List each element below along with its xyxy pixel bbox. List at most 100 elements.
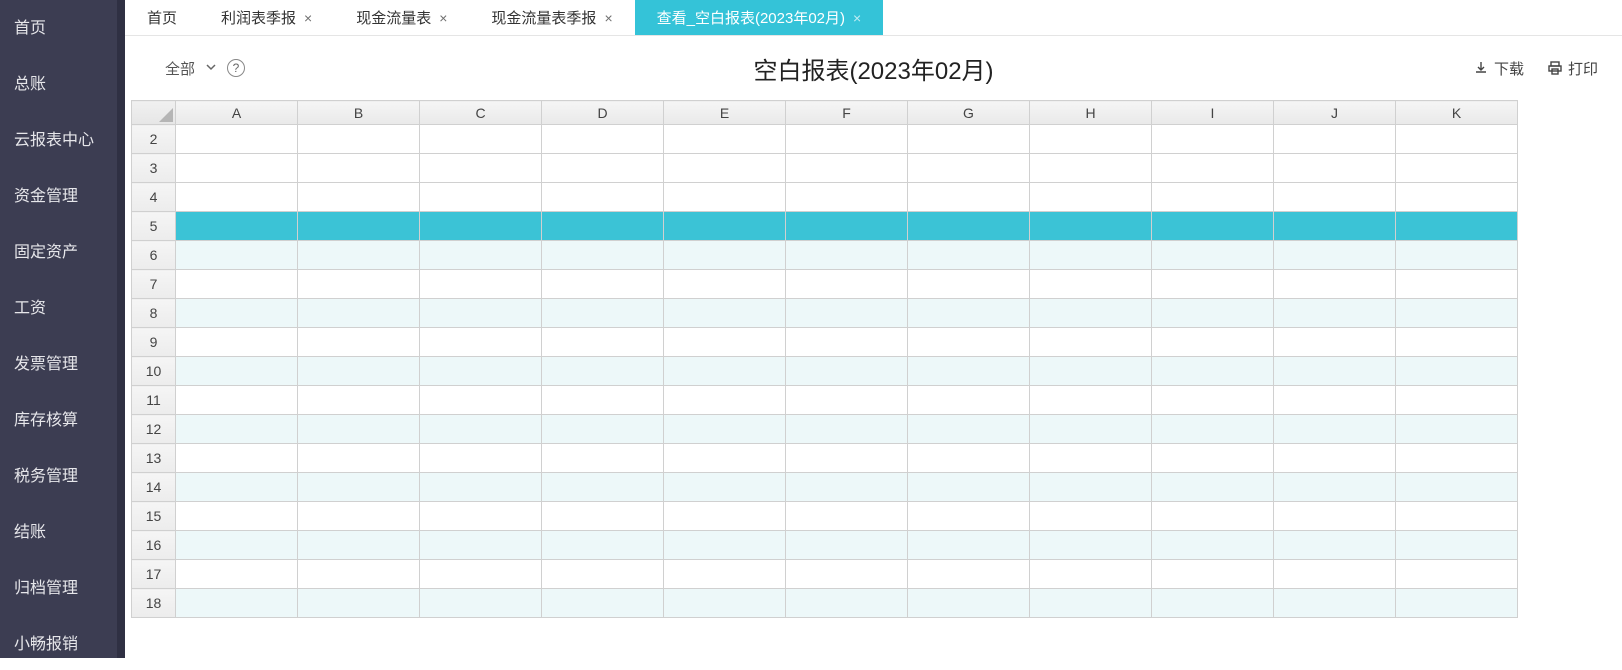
sidebar-item-10[interactable]: 归档管理 xyxy=(0,558,125,614)
cell-J8[interactable] xyxy=(1274,299,1396,328)
cell-G4[interactable] xyxy=(908,183,1030,212)
cell-K4[interactable] xyxy=(1396,183,1518,212)
cell-B2[interactable] xyxy=(298,125,420,154)
cell-H16[interactable] xyxy=(1030,531,1152,560)
cell-E9[interactable] xyxy=(664,328,786,357)
cell-G3[interactable] xyxy=(908,154,1030,183)
row-header-18[interactable]: 18 xyxy=(132,589,176,618)
cell-E7[interactable] xyxy=(664,270,786,299)
sidebar-item-6[interactable]: 发票管理 xyxy=(0,334,125,390)
cell-I12[interactable] xyxy=(1152,415,1274,444)
cell-K12[interactable] xyxy=(1396,415,1518,444)
cell-B10[interactable] xyxy=(298,357,420,386)
cell-K18[interactable] xyxy=(1396,589,1518,618)
cell-C11[interactable] xyxy=(420,386,542,415)
row-header-15[interactable]: 15 xyxy=(132,502,176,531)
cell-G7[interactable] xyxy=(908,270,1030,299)
sidebar-item-2[interactable]: 云报表中心 xyxy=(0,110,125,166)
sidebar-item-11[interactable]: 小畅报销 xyxy=(0,614,125,670)
cell-A8[interactable] xyxy=(176,299,298,328)
row-header-7[interactable]: 7 xyxy=(132,270,176,299)
cell-K13[interactable] xyxy=(1396,444,1518,473)
filter-dropdown[interactable]: 全部 ? xyxy=(165,58,245,79)
cell-I9[interactable] xyxy=(1152,328,1274,357)
cell-C4[interactable] xyxy=(420,183,542,212)
cell-F18[interactable] xyxy=(786,589,908,618)
cell-A15[interactable] xyxy=(176,502,298,531)
cell-K10[interactable] xyxy=(1396,357,1518,386)
row-header-10[interactable]: 10 xyxy=(132,357,176,386)
cell-H14[interactable] xyxy=(1030,473,1152,502)
cell-K11[interactable] xyxy=(1396,386,1518,415)
cell-J18[interactable] xyxy=(1274,589,1396,618)
cell-H18[interactable] xyxy=(1030,589,1152,618)
cell-I5[interactable] xyxy=(1152,212,1274,241)
cell-J10[interactable] xyxy=(1274,357,1396,386)
cell-G13[interactable] xyxy=(908,444,1030,473)
cell-H3[interactable] xyxy=(1030,154,1152,183)
cell-H13[interactable] xyxy=(1030,444,1152,473)
cell-B17[interactable] xyxy=(298,560,420,589)
cell-G16[interactable] xyxy=(908,531,1030,560)
cell-I4[interactable] xyxy=(1152,183,1274,212)
cell-F8[interactable] xyxy=(786,299,908,328)
cell-F9[interactable] xyxy=(786,328,908,357)
cell-J17[interactable] xyxy=(1274,560,1396,589)
cell-E3[interactable] xyxy=(664,154,786,183)
cell-E11[interactable] xyxy=(664,386,786,415)
col-header-G[interactable]: G xyxy=(908,101,1030,125)
col-header-I[interactable]: I xyxy=(1152,101,1274,125)
cell-E6[interactable] xyxy=(664,241,786,270)
cell-A16[interactable] xyxy=(176,531,298,560)
cell-B16[interactable] xyxy=(298,531,420,560)
cell-C10[interactable] xyxy=(420,357,542,386)
cell-B6[interactable] xyxy=(298,241,420,270)
cell-C2[interactable] xyxy=(420,125,542,154)
cell-F13[interactable] xyxy=(786,444,908,473)
cell-K14[interactable] xyxy=(1396,473,1518,502)
cell-A6[interactable] xyxy=(176,241,298,270)
cell-I17[interactable] xyxy=(1152,560,1274,589)
cell-I11[interactable] xyxy=(1152,386,1274,415)
cell-E2[interactable] xyxy=(664,125,786,154)
cell-A2[interactable] xyxy=(176,125,298,154)
cell-F10[interactable] xyxy=(786,357,908,386)
cell-G10[interactable] xyxy=(908,357,1030,386)
sidebar-item-3[interactable]: 资金管理 xyxy=(0,166,125,222)
cell-F2[interactable] xyxy=(786,125,908,154)
sidebar-item-0[interactable]: 首页 xyxy=(0,0,125,54)
cell-G2[interactable] xyxy=(908,125,1030,154)
row-header-9[interactable]: 9 xyxy=(132,328,176,357)
tab-0[interactable]: 首页 xyxy=(125,0,199,35)
cell-K15[interactable] xyxy=(1396,502,1518,531)
row-header-11[interactable]: 11 xyxy=(132,386,176,415)
row-header-4[interactable]: 4 xyxy=(132,183,176,212)
sidebar-item-9[interactable]: 结账 xyxy=(0,502,125,558)
row-header-2[interactable]: 2 xyxy=(132,125,176,154)
cell-H10[interactable] xyxy=(1030,357,1152,386)
cell-J9[interactable] xyxy=(1274,328,1396,357)
cell-C8[interactable] xyxy=(420,299,542,328)
cell-B14[interactable] xyxy=(298,473,420,502)
cell-C7[interactable] xyxy=(420,270,542,299)
cell-F7[interactable] xyxy=(786,270,908,299)
cell-I10[interactable] xyxy=(1152,357,1274,386)
cell-C9[interactable] xyxy=(420,328,542,357)
row-header-5[interactable]: 5 xyxy=(132,212,176,241)
cell-F16[interactable] xyxy=(786,531,908,560)
cell-J14[interactable] xyxy=(1274,473,1396,502)
cell-K3[interactable] xyxy=(1396,154,1518,183)
cell-F17[interactable] xyxy=(786,560,908,589)
col-header-H[interactable]: H xyxy=(1030,101,1152,125)
cell-B4[interactable] xyxy=(298,183,420,212)
cell-B5[interactable] xyxy=(298,212,420,241)
cell-K16[interactable] xyxy=(1396,531,1518,560)
cell-A7[interactable] xyxy=(176,270,298,299)
download-button[interactable]: 下载 xyxy=(1472,58,1524,79)
cell-K8[interactable] xyxy=(1396,299,1518,328)
cell-H8[interactable] xyxy=(1030,299,1152,328)
cell-A14[interactable] xyxy=(176,473,298,502)
cell-H17[interactable] xyxy=(1030,560,1152,589)
cell-A17[interactable] xyxy=(176,560,298,589)
cell-K17[interactable] xyxy=(1396,560,1518,589)
